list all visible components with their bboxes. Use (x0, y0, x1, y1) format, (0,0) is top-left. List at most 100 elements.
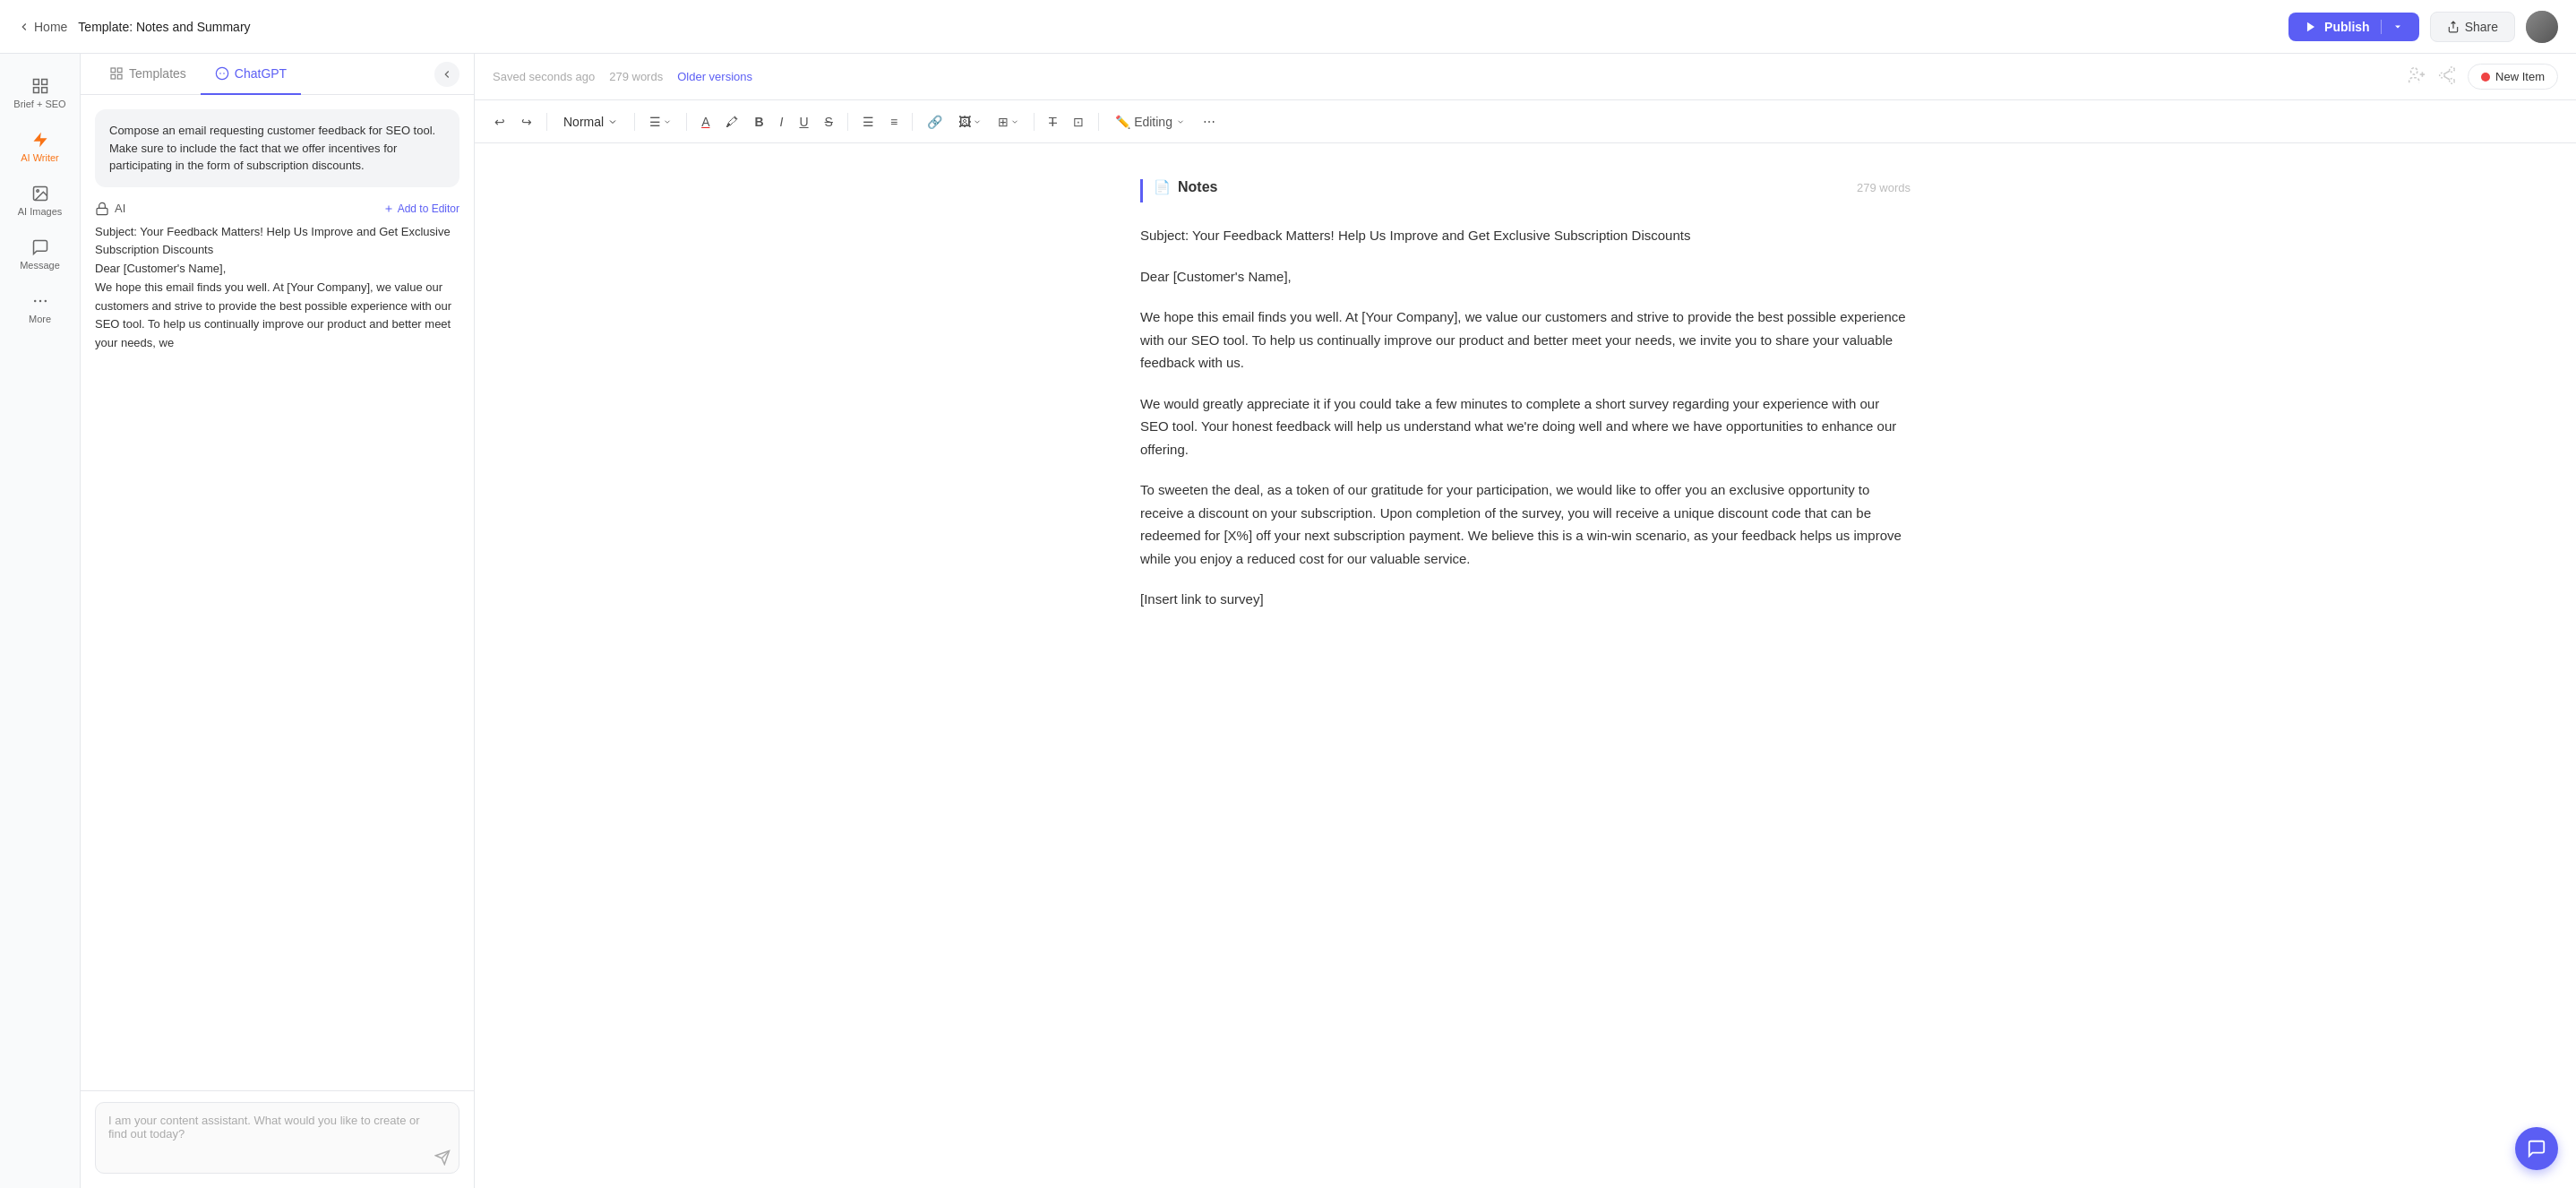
toolbar-top-left: Saved seconds ago 279 words Older versio… (493, 70, 752, 83)
text-color-button[interactable]: A (696, 111, 715, 133)
share-label: Share (2465, 20, 2498, 34)
chat-sidebar: Templates ChatGPT Compose an email reque… (81, 54, 475, 1188)
tab-chatgpt[interactable]: ChatGPT (201, 54, 301, 95)
toolbar-divider-3 (686, 113, 687, 131)
svg-rect-11 (117, 68, 122, 73)
chat-content: Compose an email requesting customer fee… (81, 95, 474, 1090)
svg-rect-10 (111, 68, 116, 73)
word-count-top: 279 words (609, 70, 663, 83)
image-button[interactable]: 🖼 (953, 111, 987, 133)
ai-subject-line: Subject: Your Feedback Matters! Help Us … (95, 223, 459, 261)
svg-line-27 (2444, 71, 2450, 74)
svg-marker-0 (2307, 22, 2314, 31)
svg-point-8 (39, 300, 41, 303)
home-label: Home (34, 20, 67, 34)
special-button[interactable]: ⊡ (1068, 111, 1089, 133)
sidebar-item-brief-seo[interactable]: Brief + SEO (4, 68, 76, 118)
undo-button[interactable]: ↩ (489, 111, 511, 133)
toolbar-top-right: New Item (2407, 64, 2558, 90)
toolbar-divider-6 (1034, 113, 1035, 131)
doc-header: 📄 Notes 279 words (1140, 179, 1911, 202)
svg-point-6 (36, 190, 39, 193)
editor-inner: 📄 Notes 279 words Subject: Your Feedback… (1140, 179, 1911, 611)
content-greeting: Dear [Customer's Name], (1140, 265, 1911, 288)
sidebar-item-ai-images[interactable]: AI Images (4, 176, 76, 226)
main-layout: Brief + SEO AI Writer AI Images Message … (0, 54, 2576, 1188)
new-item-label: New Item (2495, 70, 2545, 83)
collapse-sidebar-button[interactable] (434, 62, 459, 87)
sidebar-item-more[interactable]: More (4, 283, 76, 333)
editor-text-area[interactable]: Subject: Your Feedback Matters! Help Us … (1140, 224, 1911, 611)
chat-input-wrapper (95, 1102, 459, 1177)
sidebar-item-ai-writer[interactable]: AI Writer (4, 122, 76, 172)
chat-input-area (81, 1090, 474, 1188)
toolbar-divider-2 (634, 113, 635, 131)
editing-label: Editing (1134, 115, 1172, 129)
clear-format-button[interactable]: T̶ (1043, 111, 1062, 133)
sidebar-label-more: More (29, 314, 51, 324)
add-to-editor-label: Add to Editor (398, 202, 459, 215)
svg-rect-2 (41, 80, 47, 85)
svg-point-16 (223, 73, 225, 74)
highlight-button[interactable]: 🖍 (720, 111, 743, 133)
share-button[interactable]: Share (2430, 12, 2515, 42)
sidebar-item-message[interactable]: Message (4, 229, 76, 280)
older-versions-link[interactable]: Older versions (677, 70, 752, 83)
redo-button[interactable]: ↪ (516, 111, 537, 133)
toolbar-divider-5 (912, 113, 913, 131)
chat-input[interactable] (95, 1102, 459, 1174)
content-para3: To sweeten the deal, as a token of our g… (1140, 478, 1911, 570)
svg-point-23 (2450, 67, 2455, 73)
svg-rect-1 (33, 80, 39, 85)
sidebar-label-ai-images: AI Images (18, 206, 63, 217)
pencil-icon: ✏️ (1115, 115, 1130, 129)
editor-area: Saved seconds ago 279 words Older versio… (475, 54, 2576, 1188)
chat-fab-button[interactable] (2515, 1127, 2558, 1170)
svg-point-7 (33, 300, 36, 303)
svg-point-14 (216, 67, 228, 79)
new-item-button[interactable]: New Item (2468, 64, 2558, 90)
style-dropdown[interactable]: Normal (556, 111, 625, 133)
publish-label: Publish (2324, 20, 2370, 34)
sidebar-label-message: Message (20, 260, 60, 271)
editor-content: 📄 Notes 279 words Subject: Your Feedback… (475, 143, 2576, 1188)
bullet-list-button[interactable]: ☰ (857, 111, 880, 133)
svg-rect-3 (33, 88, 39, 93)
ai-body: We hope this email finds you well. At [Y… (95, 279, 459, 353)
svg-point-25 (2450, 79, 2455, 84)
avatar[interactable] (2526, 11, 2558, 43)
tab-chatgpt-label: ChatGPT (235, 66, 287, 81)
new-item-dot (2481, 73, 2490, 82)
strikethrough-button[interactable]: S (820, 111, 838, 133)
svg-rect-13 (117, 74, 122, 79)
share-icon-button[interactable] (2437, 65, 2457, 88)
underline-button[interactable]: U (794, 111, 813, 133)
home-link[interactable]: Home (18, 20, 67, 34)
svg-rect-4 (41, 88, 47, 93)
numbered-list-button[interactable]: ≡ (885, 111, 903, 133)
user-prompt-bubble: Compose an email requesting customer fee… (95, 109, 459, 187)
table-button[interactable]: ⊞ (992, 111, 1025, 133)
toolbar-divider-4 (847, 113, 848, 131)
publish-button[interactable]: Publish (2288, 13, 2419, 41)
link-button[interactable]: 🔗 (922, 111, 948, 133)
more-options-button[interactable]: ⋯ (1198, 111, 1221, 133)
tab-templates-label: Templates (129, 66, 186, 81)
align-button[interactable]: ☰ (644, 111, 677, 133)
svg-rect-12 (111, 74, 116, 79)
top-nav: Home Template: Notes and Summary Publish… (0, 0, 2576, 54)
icon-sidebar: Brief + SEO AI Writer AI Images Message … (0, 54, 81, 1188)
tab-templates[interactable]: Templates (95, 54, 201, 95)
svg-point-20 (2411, 68, 2417, 74)
add-person-button[interactable] (2407, 65, 2426, 88)
svg-point-24 (2440, 73, 2445, 78)
editing-mode-button[interactable]: ✏️ Editing (1108, 111, 1192, 133)
ai-response-block: AI Add to Editor Subject: Your Feedback … (95, 202, 459, 354)
nav-right: Publish Share (2288, 11, 2558, 43)
add-to-editor-button[interactable]: Add to Editor (383, 202, 459, 215)
italic-button[interactable]: I (775, 111, 789, 133)
chat-tabs: Templates ChatGPT (81, 54, 474, 95)
content-para2: We would greatly appreciate it if you co… (1140, 392, 1911, 461)
bold-button[interactable]: B (749, 111, 769, 133)
send-button[interactable] (434, 1149, 451, 1168)
